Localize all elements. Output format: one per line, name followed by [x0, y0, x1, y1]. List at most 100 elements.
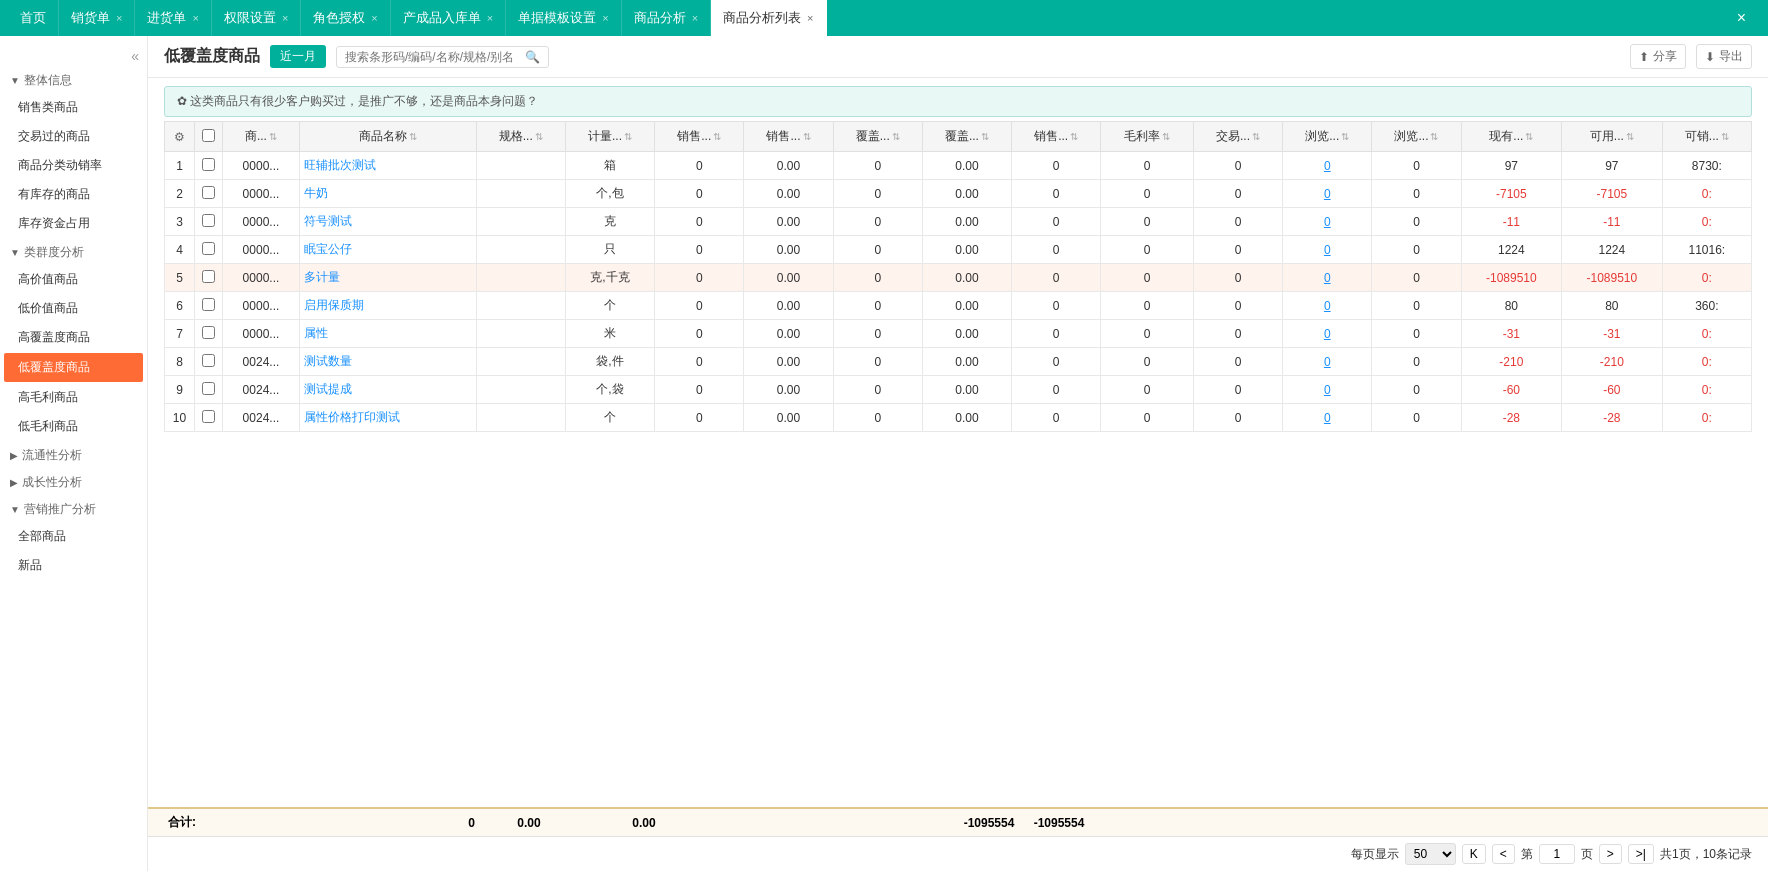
row-name[interactable]: 测试提成 [299, 376, 476, 404]
page-number-input[interactable] [1539, 844, 1575, 864]
nav-product-analysis[interactable]: 商品分析 × [622, 0, 711, 36]
sidebar-section-cluster[interactable]: ▼ 类群度分析 [0, 238, 147, 265]
row-name[interactable]: 牛奶 [299, 180, 476, 208]
nav-home[interactable]: 首页 [8, 0, 59, 36]
select-all-checkbox[interactable] [202, 129, 215, 142]
col-cover1-header[interactable]: 覆盖...⇅ [833, 122, 922, 152]
row-checkbox-cell[interactable] [195, 320, 223, 348]
row-browse1[interactable]: 0 [1283, 180, 1372, 208]
col-checkbox[interactable] [195, 122, 223, 152]
sidebar-item-high-coverage[interactable]: 高覆盖度商品 [0, 323, 147, 352]
nav-close-icon[interactable]: × [487, 12, 493, 24]
row-checkbox[interactable] [202, 214, 215, 227]
row-browse1[interactable]: 0 [1283, 376, 1372, 404]
row-browse1[interactable]: 0 [1283, 320, 1372, 348]
sidebar-item-high-margin[interactable]: 高毛利商品 [0, 383, 147, 412]
row-browse1[interactable]: 0 [1283, 292, 1372, 320]
last-page-button[interactable]: >| [1628, 844, 1654, 864]
sidebar-item-new-products[interactable]: 新品 [0, 551, 147, 580]
row-name[interactable]: 启用保质期 [299, 292, 476, 320]
col-sales-amt-header[interactable]: 销售...⇅ [744, 122, 833, 152]
col-name-header[interactable]: 商品名称⇅ [299, 122, 476, 152]
sidebar-collapse-button[interactable]: « [131, 48, 139, 64]
row-checkbox[interactable] [202, 186, 215, 199]
window-close-button[interactable]: × [1723, 9, 1760, 27]
row-browse1[interactable]: 0 [1283, 208, 1372, 236]
col-settings[interactable]: ⚙ [165, 122, 195, 152]
row-checkbox[interactable] [202, 298, 215, 311]
nav-close-icon[interactable]: × [602, 12, 608, 24]
sidebar-item-low-margin[interactable]: 低毛利商品 [0, 412, 147, 441]
col-sales-qty-header[interactable]: 销售...⇅ [655, 122, 744, 152]
col-cover2-header[interactable]: 覆盖...⇅ [922, 122, 1011, 152]
row-checkbox[interactable] [202, 382, 215, 395]
nav-purchase-order[interactable]: 进货单 × [135, 0, 211, 36]
row-checkbox-cell[interactable] [195, 292, 223, 320]
col-browse2-header[interactable]: 浏览...⇅ [1372, 122, 1461, 152]
nav-product-analysis-list[interactable]: 商品分析列表 × [711, 0, 826, 36]
row-checkbox[interactable] [202, 158, 215, 171]
nav-template-setting[interactable]: 单据模板设置 × [506, 0, 621, 36]
row-checkbox[interactable] [202, 326, 215, 339]
sidebar-section-growth[interactable]: ▶ 成长性分析 [0, 468, 147, 495]
nav-close-icon[interactable]: × [371, 12, 377, 24]
nav-product-inbound[interactable]: 产成品入库单 × [391, 0, 506, 36]
nav-close-icon[interactable]: × [692, 12, 698, 24]
row-checkbox-cell[interactable] [195, 264, 223, 292]
sidebar-item-all-products[interactable]: 全部商品 [0, 522, 147, 551]
col-code-header[interactable]: 商...⇅ [223, 122, 300, 152]
row-checkbox-cell[interactable] [195, 236, 223, 264]
prev-page-button[interactable]: < [1492, 844, 1515, 864]
sidebar-item-traded-products[interactable]: 交易过的商品 [0, 122, 147, 151]
row-browse1[interactable]: 0 [1283, 236, 1372, 264]
sidebar-section-general[interactable]: ▼ 整体信息 [0, 66, 147, 93]
col-gross-margin-header[interactable]: 毛利率⇅ [1101, 122, 1194, 152]
row-checkbox-cell[interactable] [195, 348, 223, 376]
nav-permission-setting[interactable]: 权限设置 × [212, 0, 301, 36]
sidebar-item-stock-products[interactable]: 有库存的商品 [0, 180, 147, 209]
col-current-stock-header[interactable]: 现有...⇅ [1461, 122, 1562, 152]
row-checkbox[interactable] [202, 410, 215, 423]
row-name[interactable]: 符号测试 [299, 208, 476, 236]
row-checkbox-cell[interactable] [195, 376, 223, 404]
row-checkbox[interactable] [202, 270, 215, 283]
col-saleable-header[interactable]: 可销...⇅ [1662, 122, 1751, 152]
row-checkbox[interactable] [202, 242, 215, 255]
sidebar-item-sales-products[interactable]: 销售类商品 [0, 93, 147, 122]
row-name[interactable]: 属性 [299, 320, 476, 348]
row-name[interactable]: 旺辅批次测试 [299, 152, 476, 180]
col-spec-header[interactable]: 规格...⇅ [476, 122, 565, 152]
col-sales-count-header[interactable]: 销售...⇅ [1012, 122, 1101, 152]
date-filter-button[interactable]: 近一月 [270, 45, 326, 68]
row-browse1[interactable]: 0 [1283, 264, 1372, 292]
row-checkbox-cell[interactable] [195, 208, 223, 236]
search-input[interactable] [345, 50, 525, 64]
sidebar-item-stock-capital[interactable]: 库存资金占用 [0, 209, 147, 238]
row-browse1[interactable]: 0 [1283, 152, 1372, 180]
sidebar-item-low-coverage[interactable]: 低覆盖度商品 [4, 353, 143, 382]
sidebar-item-high-value[interactable]: 高价值商品 [0, 265, 147, 294]
row-checkbox-cell[interactable] [195, 180, 223, 208]
col-unit-header[interactable]: 计量...⇅ [565, 122, 654, 152]
nav-role-auth[interactable]: 角色授权 × [301, 0, 390, 36]
row-checkbox-cell[interactable] [195, 152, 223, 180]
first-page-button[interactable]: K [1462, 844, 1486, 864]
row-browse1[interactable]: 0 [1283, 348, 1372, 376]
row-name[interactable]: 属性价格打印测试 [299, 404, 476, 432]
sidebar-item-low-value[interactable]: 低价值商品 [0, 294, 147, 323]
sidebar-item-category-turnover[interactable]: 商品分类动销率 [0, 151, 147, 180]
nav-close-icon[interactable]: × [282, 12, 288, 24]
search-icon[interactable]: 🔍 [525, 50, 540, 64]
nav-close-icon[interactable]: × [116, 12, 122, 24]
share-button[interactable]: ⬆ 分享 [1630, 44, 1686, 69]
row-checkbox[interactable] [202, 354, 215, 367]
col-trade-header[interactable]: 交易...⇅ [1193, 122, 1282, 152]
row-name[interactable]: 测试数量 [299, 348, 476, 376]
nav-close-active-icon[interactable]: × [807, 12, 813, 24]
settings-icon[interactable]: ⚙ [174, 130, 185, 144]
next-page-button[interactable]: > [1599, 844, 1622, 864]
col-available-header[interactable]: 可用...⇅ [1562, 122, 1663, 152]
row-name[interactable]: 眠宝公仔 [299, 236, 476, 264]
export-button[interactable]: ⬇ 导出 [1696, 44, 1752, 69]
sidebar-section-marketing[interactable]: ▼ 营销推广分析 [0, 495, 147, 522]
